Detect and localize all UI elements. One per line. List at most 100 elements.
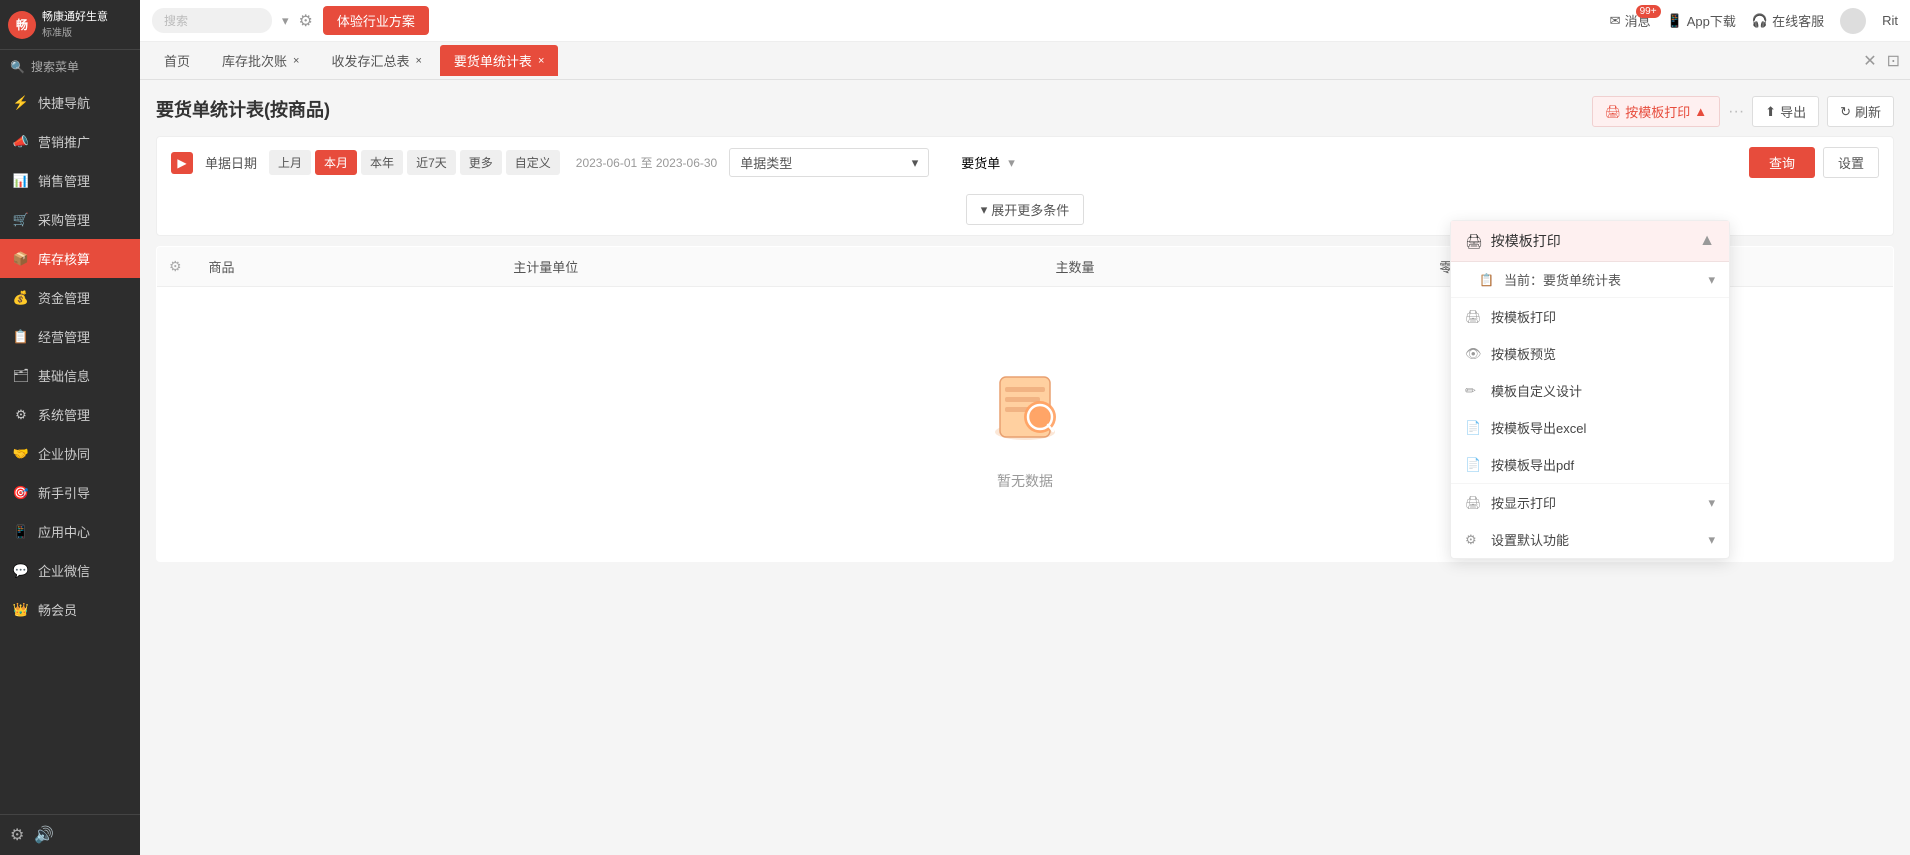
- print-dropdown-header: 🖨 按模板打印 ▲: [1451, 221, 1729, 262]
- tab-collection-close[interactable]: ×: [415, 55, 421, 67]
- purchase-icon: 🛒: [12, 211, 30, 229]
- export-button[interactable]: ⬆ 导出: [1752, 96, 1819, 127]
- username-label: Rit: [1882, 13, 1898, 28]
- tab-batch-account-label: 库存批次账: [222, 51, 287, 70]
- print-dropdown: 🖨 按模板打印 ▲ 📋 当前：要货单统计表 ▾ 🖨 按模板打印 👁 按模板预览 …: [1450, 220, 1730, 559]
- sidebar-item-basic[interactable]: 🗂 基础信息: [0, 356, 140, 395]
- tab-batch-account-close[interactable]: ×: [293, 55, 299, 67]
- type-select[interactable]: 单据类型 ▾: [729, 148, 929, 177]
- sound-icon[interactable]: 🔊: [34, 825, 54, 845]
- tabs-bar: 首页 库存批次账 × 收发存汇总表 × 要货单统计表 × ✕ ⊡: [140, 42, 1910, 80]
- sidebar-item-label: 快捷导航: [38, 93, 90, 112]
- message-icon: ✉: [1610, 13, 1621, 29]
- dropdown-export-excel[interactable]: 📄 按模板导出excel: [1451, 409, 1729, 446]
- filter-expand-icon[interactable]: ▶: [171, 152, 193, 174]
- sidebar-logo: 畅 畅康通好生意 标准版: [0, 0, 140, 50]
- query-button[interactable]: 查询: [1749, 147, 1815, 178]
- dropdown-display-print[interactable]: 🖨 按显示打印 ▾: [1451, 484, 1729, 521]
- sidebar-item-quick-nav[interactable]: ⚡ 快捷导航: [0, 83, 140, 122]
- export-label: 导出: [1780, 102, 1806, 121]
- col-gear[interactable]: ⚙: [157, 247, 197, 287]
- date-btn-more[interactable]: 更多: [460, 150, 502, 175]
- sidebar-item-operation[interactable]: 📋 经营管理: [0, 317, 140, 356]
- sidebar-item-inventory[interactable]: 📦 库存核算: [0, 239, 140, 278]
- topbar-dropdown-icon[interactable]: ▾: [282, 13, 289, 29]
- logo-icon: 畅: [8, 11, 36, 39]
- print-template-button[interactable]: 🖨 按模板打印 ▲: [1592, 96, 1720, 127]
- date-btn-custom[interactable]: 自定义: [506, 150, 560, 175]
- filter-actions: 查询 设置: [1749, 147, 1879, 178]
- guide-icon: 🎯: [12, 484, 30, 502]
- template-print-icon: 🖨: [1465, 309, 1481, 325]
- window-close-icon[interactable]: ✕: [1863, 51, 1876, 71]
- refresh-button[interactable]: ↻ 刷新: [1827, 96, 1894, 127]
- dropdown-template-custom[interactable]: ✏ 模板自定义设计: [1451, 372, 1729, 409]
- date-range-display: 2023-06-01 至 2023-06-30: [576, 154, 717, 171]
- tab-order-stats-close[interactable]: ×: [538, 55, 544, 67]
- dropdown-template-preview[interactable]: 👁 按模板预览: [1451, 335, 1729, 372]
- quick-nav-icon: ⚡: [12, 94, 30, 112]
- expand-more-button[interactable]: ▾ 展开更多条件: [966, 194, 1085, 225]
- basic-icon: 🗂: [12, 367, 30, 385]
- online-service-button[interactable]: 🎧 在线客服: [1752, 11, 1824, 30]
- refresh-icon: ↻: [1840, 104, 1851, 120]
- sidebar-item-label: 营销推广: [38, 132, 90, 151]
- tab-home[interactable]: 首页: [150, 45, 204, 76]
- filter-row: ▶ 单据日期 上月 本月 本年 近7天 更多 自定义 2023-06-01 至 …: [171, 147, 1879, 178]
- window-expand-icon[interactable]: ⊡: [1887, 51, 1900, 71]
- sidebar-item-guide[interactable]: 🎯 新手引导: [0, 473, 140, 512]
- sidebar-item-label: 销售管理: [38, 171, 90, 190]
- dropdown-template-print[interactable]: 🖨 按模板打印: [1451, 298, 1729, 335]
- sidebar-item-app-center[interactable]: 📱 应用中心: [0, 512, 140, 551]
- export-icon: ⬆: [1765, 104, 1776, 120]
- req-dropdown-arrow[interactable]: ▾: [1008, 155, 1015, 171]
- template-preview-label: 按模板预览: [1491, 344, 1556, 363]
- sidebar-item-finance[interactable]: 💰 资金管理: [0, 278, 140, 317]
- tab-collection-summary[interactable]: 收发存汇总表 ×: [317, 45, 435, 76]
- tab-home-label: 首页: [164, 51, 190, 70]
- window-controls: ✕ ⊡: [1863, 51, 1900, 71]
- sidebar-item-enterprise[interactable]: 🤝 企业协同: [0, 434, 140, 473]
- app-download-button[interactable]: 📱 App下载: [1667, 11, 1736, 30]
- date-btn-this-year[interactable]: 本年: [361, 150, 403, 175]
- message-button[interactable]: ✉ 消息 99+: [1610, 11, 1651, 30]
- avatar[interactable]: [1840, 8, 1866, 34]
- sidebar-item-purchase[interactable]: 🛒 采购管理: [0, 200, 140, 239]
- dropdown-default-func[interactable]: ⚙ 设置默认功能 ▾: [1451, 521, 1729, 558]
- dropdown-current-template[interactable]: 📋 当前：要货单统计表 ▾: [1451, 262, 1729, 298]
- topbar-gear-icon[interactable]: ⚙: [299, 11, 313, 31]
- sidebar-item-member[interactable]: 👑 畅会员: [0, 590, 140, 629]
- sidebar-item-system[interactable]: ⚙ 系统管理: [0, 395, 140, 434]
- type-dropdown-arrow: ▾: [912, 155, 919, 171]
- sidebar-item-marketing[interactable]: 📣 营销推广: [0, 122, 140, 161]
- sidebar-item-label: 库存核算: [38, 249, 90, 268]
- table-gear-icon[interactable]: ⚙: [169, 258, 182, 274]
- date-btn-last7[interactable]: 近7天: [407, 150, 456, 175]
- sidebar-item-wechat[interactable]: 💬 企业微信: [0, 551, 140, 590]
- date-btn-this-month[interactable]: 本月: [315, 150, 357, 175]
- sidebar-item-label: 应用中心: [38, 522, 90, 541]
- more-options-icon[interactable]: ···: [1728, 103, 1744, 121]
- system-icon: ⚙: [12, 406, 30, 424]
- tab-order-stats[interactable]: 要货单统计表 ×: [440, 45, 558, 76]
- current-template-label: 当前：要货单统计表: [1504, 270, 1621, 289]
- app-version: 标准版: [42, 24, 108, 39]
- tab-collection-label: 收发存汇总表: [331, 51, 409, 70]
- topbar-search[interactable]: 搜索: [152, 8, 272, 33]
- topbar: 搜索 ▾ ⚙ 体验行业方案 ✉ 消息 99+ 📱 App下载 🎧 在线客服 Ri…: [140, 0, 1910, 42]
- empty-illustration: [975, 357, 1075, 457]
- export-pdf-icon: 📄: [1465, 457, 1481, 473]
- print-dropdown-icon: 🖨: [1465, 233, 1483, 250]
- print-dropdown-close-icon[interactable]: ▲: [1699, 232, 1715, 250]
- sidebar-item-sales[interactable]: 📊 销售管理: [0, 161, 140, 200]
- tab-batch-account[interactable]: 库存批次账 ×: [208, 45, 313, 76]
- settings-icon[interactable]: ⚙: [10, 825, 24, 845]
- default-func-arrow: ▾: [1708, 532, 1715, 548]
- print-icon: 🖨: [1605, 104, 1622, 120]
- settings-button[interactable]: 设置: [1823, 147, 1879, 178]
- experience-industry-button[interactable]: 体验行业方案: [323, 6, 429, 35]
- date-btn-last-month[interactable]: 上月: [269, 150, 311, 175]
- dropdown-export-pdf[interactable]: 📄 按模板导出pdf: [1451, 446, 1729, 483]
- sidebar-search[interactable]: 🔍 搜索菜单: [0, 50, 140, 83]
- search-icon: 🔍: [10, 60, 25, 74]
